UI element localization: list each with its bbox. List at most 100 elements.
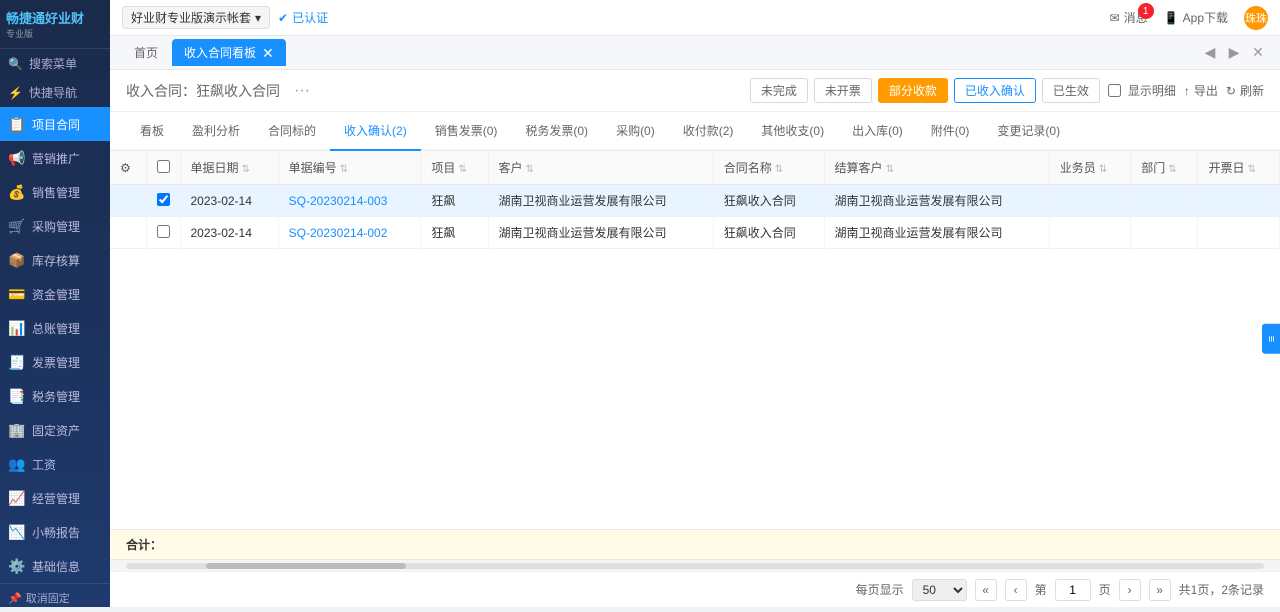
tab-next-btn[interactable]: ▶ xyxy=(1224,43,1244,63)
sidebar-item-invoice[interactable]: 🧾 发票管理 xyxy=(0,345,110,379)
status-partial-received[interactable]: 部分收款 xyxy=(878,78,948,103)
contract-name-header[interactable]: 合同名称⇅ xyxy=(713,151,824,185)
row-salesperson xyxy=(1049,185,1131,217)
show-detail-input[interactable] xyxy=(1108,84,1121,97)
show-detail-checkbox[interactable]: 显示明细 xyxy=(1108,82,1176,99)
salesperson-header[interactable]: 业务员⇅ xyxy=(1049,151,1131,185)
tab-prev-btn[interactable]: ◀ xyxy=(1200,43,1220,63)
checkbox-header[interactable] xyxy=(146,151,180,185)
settle-customer-header[interactable]: 结算客户⇅ xyxy=(824,151,1049,185)
more-options-btn[interactable]: ··· xyxy=(294,82,310,100)
sidebar-item-capital[interactable]: 💳 资金管理 xyxy=(0,277,110,311)
sidebar-item-label: 营销推广 xyxy=(32,150,80,167)
download-icon: 📱 xyxy=(1164,11,1179,25)
sidebar-item-hr[interactable]: 👥 工资 xyxy=(0,447,110,481)
tab-income-contract[interactable]: 收入合同看板 ✕ xyxy=(172,39,286,66)
app-download-btn[interactable]: 📱 App下载 xyxy=(1164,9,1228,26)
number-header[interactable]: 单据编号⇅ xyxy=(278,151,421,185)
export-btn[interactable]: ↑ 导出 xyxy=(1184,82,1218,99)
scrollbar-track[interactable] xyxy=(126,563,1264,569)
sidebar-item-inventory[interactable]: 📦 库存核算 xyxy=(0,243,110,277)
sidebar-item-reports[interactable]: 📉 小畅报告 xyxy=(0,515,110,549)
table-row[interactable]: 2023-02-14 SQ-20230214-003 狂飙 湖南卫视商业运营发展… xyxy=(110,185,1280,217)
user-avatar-btn[interactable]: 珠珠 xyxy=(1244,6,1268,30)
status-confirmed-received[interactable]: 已收入确认 xyxy=(954,78,1036,103)
app-download-label: App下载 xyxy=(1183,9,1228,26)
page-size-select[interactable]: 50 100 200 xyxy=(912,579,967,601)
company-name: 好业财专业版演示帐套 xyxy=(131,9,251,26)
settings-header[interactable]: ⚙ xyxy=(110,151,146,185)
row-checkbox-cell[interactable] xyxy=(146,185,180,217)
sidebar-item-label: 工资 xyxy=(32,456,56,473)
row-number-link[interactable]: SQ-20230214-002 xyxy=(289,226,388,240)
row-checkbox[interactable] xyxy=(157,225,170,238)
first-page-btn[interactable]: « xyxy=(975,579,997,601)
subtab-profit[interactable]: 盈利分析 xyxy=(178,112,254,151)
subtab-attachment[interactable]: 附件(0) xyxy=(917,112,984,151)
message-btn[interactable]: ✉ 1 消息 xyxy=(1110,9,1148,26)
subtab-warehouse[interactable]: 出入库(0) xyxy=(838,112,917,151)
row-department xyxy=(1131,185,1198,217)
subtab-other-income[interactable]: 其他收支(0) xyxy=(747,112,838,151)
sidebar-item-label: 总账管理 xyxy=(32,320,80,337)
row-checkbox[interactable] xyxy=(157,193,170,206)
quick-nav-btn[interactable]: ⚡ 快捷导航 xyxy=(0,78,110,107)
scrollbar-area[interactable] xyxy=(110,559,1280,571)
sidebar-item-sales[interactable]: 💰 销售管理 xyxy=(0,175,110,209)
tab-close-all-btn[interactable]: ✕ xyxy=(1248,43,1268,63)
tab-home[interactable]: 首页 xyxy=(122,38,170,67)
sidebar-item-marketing[interactable]: 📢 营销推广 xyxy=(0,141,110,175)
title-area: 收入合同：狂飙收入合同 ··· xyxy=(126,81,310,101)
status-effective[interactable]: 已生效 xyxy=(1042,78,1100,103)
hr-icon: 👥 xyxy=(8,455,26,473)
prev-page-btn[interactable]: ‹ xyxy=(1005,579,1027,601)
title-prefix: 收入合同： xyxy=(126,83,196,99)
refresh-btn[interactable]: ↻ 刷新 xyxy=(1226,82,1264,99)
subtab-purchase[interactable]: 采购(0) xyxy=(602,112,669,151)
subtab-income-confirm[interactable]: 收入确认(2) xyxy=(330,112,421,151)
company-selector[interactable]: 好业财专业版演示帐套 ▾ xyxy=(122,6,270,29)
status-uninvoiced[interactable]: 未开票 xyxy=(814,78,872,103)
date-header[interactable]: 单据日期⇅ xyxy=(180,151,278,185)
tab-close-btn[interactable]: ✕ xyxy=(262,46,274,60)
doc-date-header[interactable]: 开票日⇅ xyxy=(1198,151,1280,185)
row-number[interactable]: SQ-20230214-003 xyxy=(278,185,421,217)
last-page-btn[interactable]: » xyxy=(1149,579,1171,601)
sidebar-item-basic-info[interactable]: ⚙️ 基础信息 xyxy=(0,549,110,583)
subtab-change-log[interactable]: 变更记录(0) xyxy=(983,112,1074,151)
row-checkbox-cell[interactable] xyxy=(146,217,180,249)
sidebar-item-operations[interactable]: 📈 经营管理 xyxy=(0,481,110,515)
status-buttons: 未完成 未开票 部分收款 已收入确认 已生效 xyxy=(750,78,1100,103)
subtab-payment[interactable]: 收付款(2) xyxy=(669,112,748,151)
scrollbar-thumb[interactable] xyxy=(206,563,406,569)
customer-header[interactable]: 客户⇅ xyxy=(488,151,713,185)
page-input[interactable] xyxy=(1055,579,1091,601)
table-footer: 合计： xyxy=(110,529,1280,559)
project-header[interactable]: 项目⇅ xyxy=(421,151,488,185)
select-all-checkbox[interactable] xyxy=(157,160,170,173)
main-area: 好业财专业版演示帐套 ▾ ✔ 已认证 ✉ 1 消息 📱 App下载 珠珠 xyxy=(110,0,1280,607)
sidebar-item-fixed-assets[interactable]: 🏢 固定资产 xyxy=(0,413,110,447)
subtab-kanban[interactable]: 看板 xyxy=(126,112,178,151)
row-settle-customer: 湖南卫视商业运营发展有限公司 xyxy=(824,217,1049,249)
subtab-contract-standard[interactable]: 合同标的 xyxy=(254,112,330,151)
subtab-tax-invoice[interactable]: 税务发票(0) xyxy=(511,112,602,151)
sidebar-item-purchase[interactable]: 🛒 采购管理 xyxy=(0,209,110,243)
next-page-btn[interactable]: › xyxy=(1119,579,1141,601)
subtab-sales-invoice[interactable]: 销售发票(0) xyxy=(421,112,512,151)
sidebar-item-general-ledger[interactable]: 📊 总账管理 xyxy=(0,311,110,345)
department-header[interactable]: 部门⇅ xyxy=(1131,151,1198,185)
unpin-btn[interactable]: 📌 取消固定 xyxy=(0,583,110,612)
sidebar-item-project-contract[interactable]: 📋 项目合同 xyxy=(0,107,110,141)
right-side-icon[interactable]: ≡ xyxy=(1262,323,1280,353)
search-menu-btn[interactable]: 🔍 搜索菜单 xyxy=(0,49,110,78)
sidebar-item-tax[interactable]: 📑 税务管理 xyxy=(0,379,110,413)
search-icon: 🔍 xyxy=(8,57,23,71)
per-page-label: 每页显示 xyxy=(856,581,904,598)
row-number[interactable]: SQ-20230214-002 xyxy=(278,217,421,249)
row-number-link[interactable]: SQ-20230214-003 xyxy=(289,194,388,208)
row-salesperson xyxy=(1049,217,1131,249)
sub-tabs: 看板 盈利分析 合同标的 收入确认(2) 销售发票(0) 税务发票(0) 采购(… xyxy=(110,112,1280,151)
status-uncompleted[interactable]: 未完成 xyxy=(750,78,808,103)
table-row[interactable]: 2023-02-14 SQ-20230214-002 狂飙 湖南卫视商业运营发展… xyxy=(110,217,1280,249)
